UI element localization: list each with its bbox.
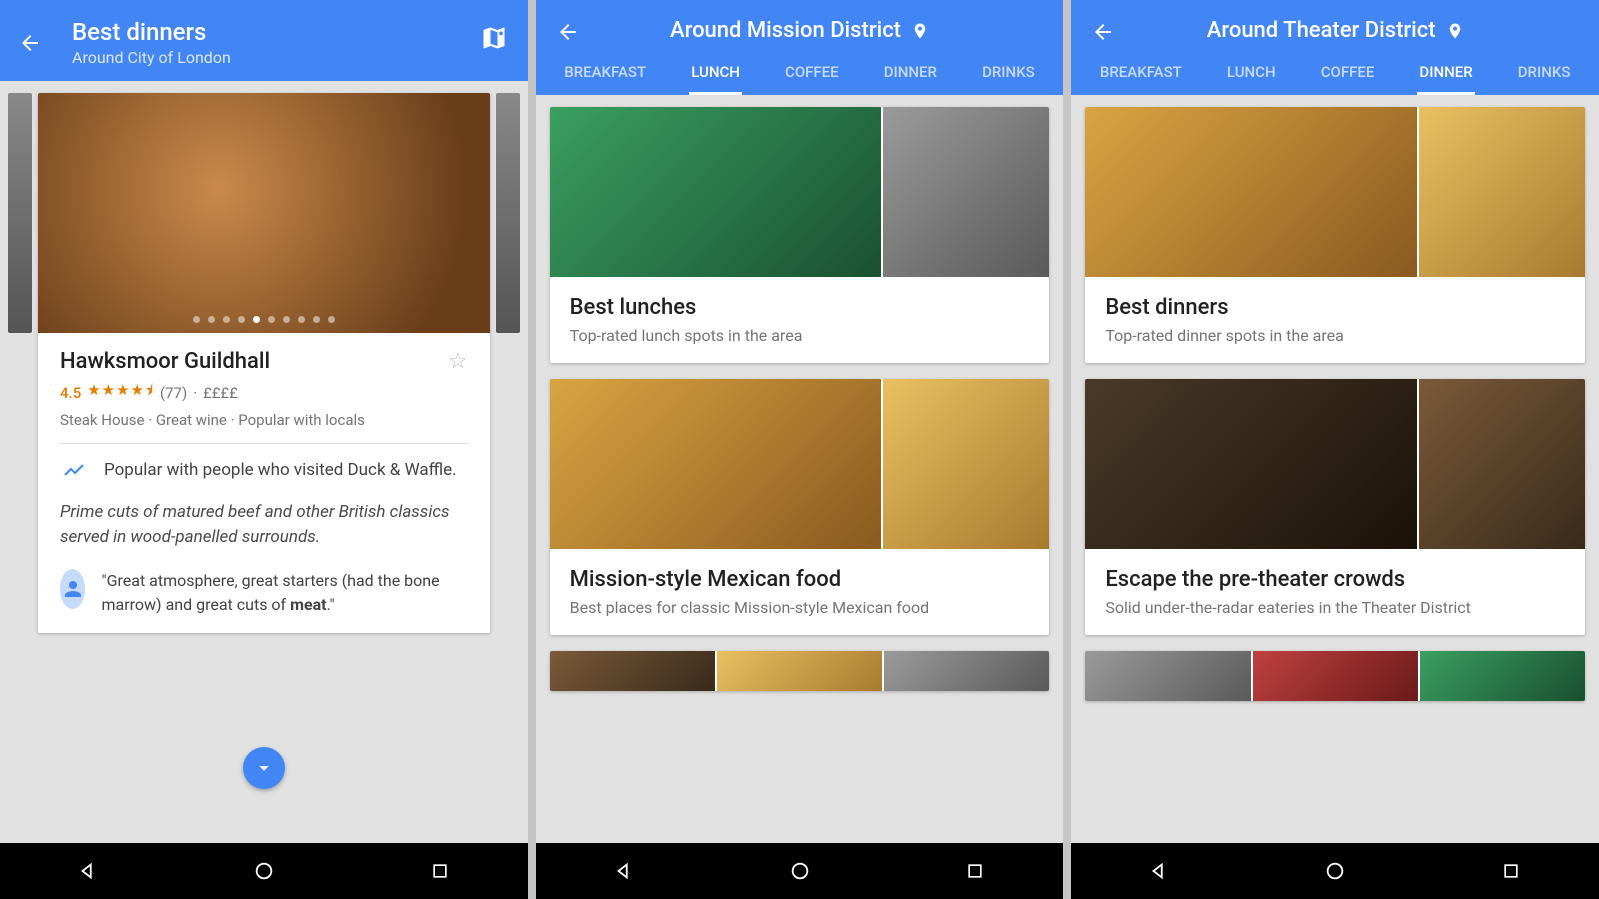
carousel-dots — [38, 316, 490, 323]
nav-home-button[interactable] — [1320, 856, 1350, 886]
save-star-button[interactable]: ☆ — [448, 349, 468, 374]
location-pin-icon — [911, 22, 929, 40]
category-tabs: BREAKFAST LUNCH COFFEE DINNER DRINKS — [1071, 51, 1599, 95]
collection-card-best-lunches[interactable]: Best lunches Top-rated lunch spots in th… — [550, 107, 1050, 363]
tab-dinner[interactable]: DINNER — [878, 51, 943, 95]
rating-value: 4.5 — [60, 384, 81, 402]
nav-recent-button[interactable] — [425, 856, 455, 886]
category-tabs: BREAKFAST LUNCH COFFEE DINNER DRINKS — [536, 51, 1064, 95]
app-header: Around Mission District BREAKFAST LUNCH … — [536, 0, 1064, 95]
phone-explore-mission: Around Mission District BREAKFAST LUNCH … — [536, 0, 1064, 899]
page-title-button[interactable]: Around Theater District — [1207, 18, 1464, 43]
review-quote: "Great atmosphere, great starters (had t… — [101, 569, 467, 617]
photo-thumbnail — [883, 107, 1049, 277]
photo-thumbnail — [1085, 379, 1417, 549]
nav-back-button[interactable] — [1144, 856, 1174, 886]
nav-home-button[interactable] — [785, 856, 815, 886]
photo-thumbnail — [550, 651, 715, 691]
restaurant-name: Hawksmoor Guildhall — [60, 349, 270, 374]
prev-card-peek[interactable] — [8, 93, 32, 333]
photo-thumbnail — [1253, 651, 1418, 701]
nav-recent-button[interactable] — [1496, 856, 1526, 886]
photo-thumbnail — [1420, 651, 1585, 701]
app-header: Around Theater District BREAKFAST LUNCH … — [1071, 0, 1599, 95]
photo-thumbnail — [883, 379, 1049, 549]
android-navbar — [1071, 843, 1599, 899]
expand-down-button[interactable] — [243, 747, 285, 789]
android-navbar — [536, 843, 1064, 899]
tab-breakfast[interactable]: BREAKFAST — [558, 51, 652, 95]
rating-line: 4.5 ★★★★⯨ (77) · ££££ — [60, 380, 468, 405]
popularity-insight: Popular with people who visited Duck & W… — [104, 458, 457, 484]
price-level: ££££ — [203, 384, 238, 402]
collection-card-mexican[interactable]: Mission-style Mexican food Best places f… — [550, 379, 1050, 635]
page-subtitle: Around City of London — [72, 48, 231, 67]
trend-icon — [60, 458, 88, 484]
phone-explore-theater: Around Theater District BREAKFAST LUNCH … — [1071, 0, 1599, 899]
photo-thumbnail — [550, 107, 882, 277]
tab-breakfast[interactable]: BREAKFAST — [1094, 51, 1188, 95]
back-button[interactable] — [16, 29, 44, 57]
next-card-peek[interactable] — [496, 93, 520, 333]
nav-recent-button[interactable] — [960, 856, 990, 886]
collection-subtitle: Solid under-the-radar eateries in the Th… — [1105, 598, 1565, 617]
tab-dinner[interactable]: DINNER — [1413, 51, 1478, 95]
collection-card-best-dinners[interactable]: Best dinners Top-rated dinner spots in t… — [1085, 107, 1585, 363]
photo-thumbnail — [550, 379, 882, 549]
collection-title: Best dinners — [1105, 295, 1565, 320]
tab-drinks[interactable]: DRINKS — [976, 51, 1041, 95]
photo-thumbnail — [884, 651, 1049, 691]
nav-back-button[interactable] — [609, 856, 639, 886]
collection-subtitle: Best places for classic Mission-style Me… — [570, 598, 1030, 617]
phone-detail-london: Best dinners Around City of London — [0, 0, 528, 899]
android-navbar — [0, 843, 528, 899]
reviewer-avatar-icon — [60, 569, 85, 609]
nav-back-button[interactable] — [73, 856, 103, 886]
photo-thumbnail — [1085, 651, 1250, 701]
collection-subtitle: Top-rated lunch spots in the area — [570, 326, 1030, 345]
back-button[interactable] — [1089, 18, 1117, 46]
tab-drinks[interactable]: DRINKS — [1512, 51, 1577, 95]
restaurant-tags: Steak House · Great wine · Popular with … — [60, 411, 468, 429]
collection-subtitle: Top-rated dinner spots in the area — [1105, 326, 1565, 345]
rating-stars-icon: ★★★★⯨ — [87, 380, 154, 405]
back-button[interactable] — [554, 18, 582, 46]
photo-thumbnail — [1419, 107, 1585, 277]
restaurant-card[interactable]: Hawksmoor Guildhall ☆ 4.5 ★★★★⯨ (77) · £… — [38, 93, 490, 633]
collection-title: Escape the pre-theater crowds — [1105, 567, 1565, 592]
collection-card-pre-theater[interactable]: Escape the pre-theater crowds Solid unde… — [1085, 379, 1585, 635]
photo-thumbnail — [1085, 107, 1417, 277]
tab-coffee[interactable]: COFFEE — [779, 51, 845, 95]
editorial-description: Prime cuts of matured beef and other Bri… — [60, 500, 468, 551]
tab-lunch[interactable]: LUNCH — [1221, 51, 1282, 95]
map-toggle-button[interactable] — [480, 24, 508, 52]
collection-title: Mission-style Mexican food — [570, 567, 1030, 592]
nav-home-button[interactable] — [249, 856, 279, 886]
app-header: Best dinners Around City of London — [0, 0, 528, 81]
collection-card-peek[interactable] — [1085, 651, 1585, 701]
tab-coffee[interactable]: COFFEE — [1315, 51, 1381, 95]
page-title: Best dinners — [72, 18, 231, 46]
collection-card-peek[interactable] — [550, 651, 1050, 691]
collection-title: Best lunches — [570, 295, 1030, 320]
page-title-button[interactable]: Around Mission District — [670, 18, 929, 43]
photo-thumbnail — [1419, 379, 1585, 549]
photo-thumbnail — [717, 651, 882, 691]
location-pin-icon — [1446, 22, 1464, 40]
review-count: (77) — [160, 384, 187, 402]
hero-photo-carousel[interactable] — [38, 93, 490, 333]
tab-lunch[interactable]: LUNCH — [685, 51, 746, 95]
